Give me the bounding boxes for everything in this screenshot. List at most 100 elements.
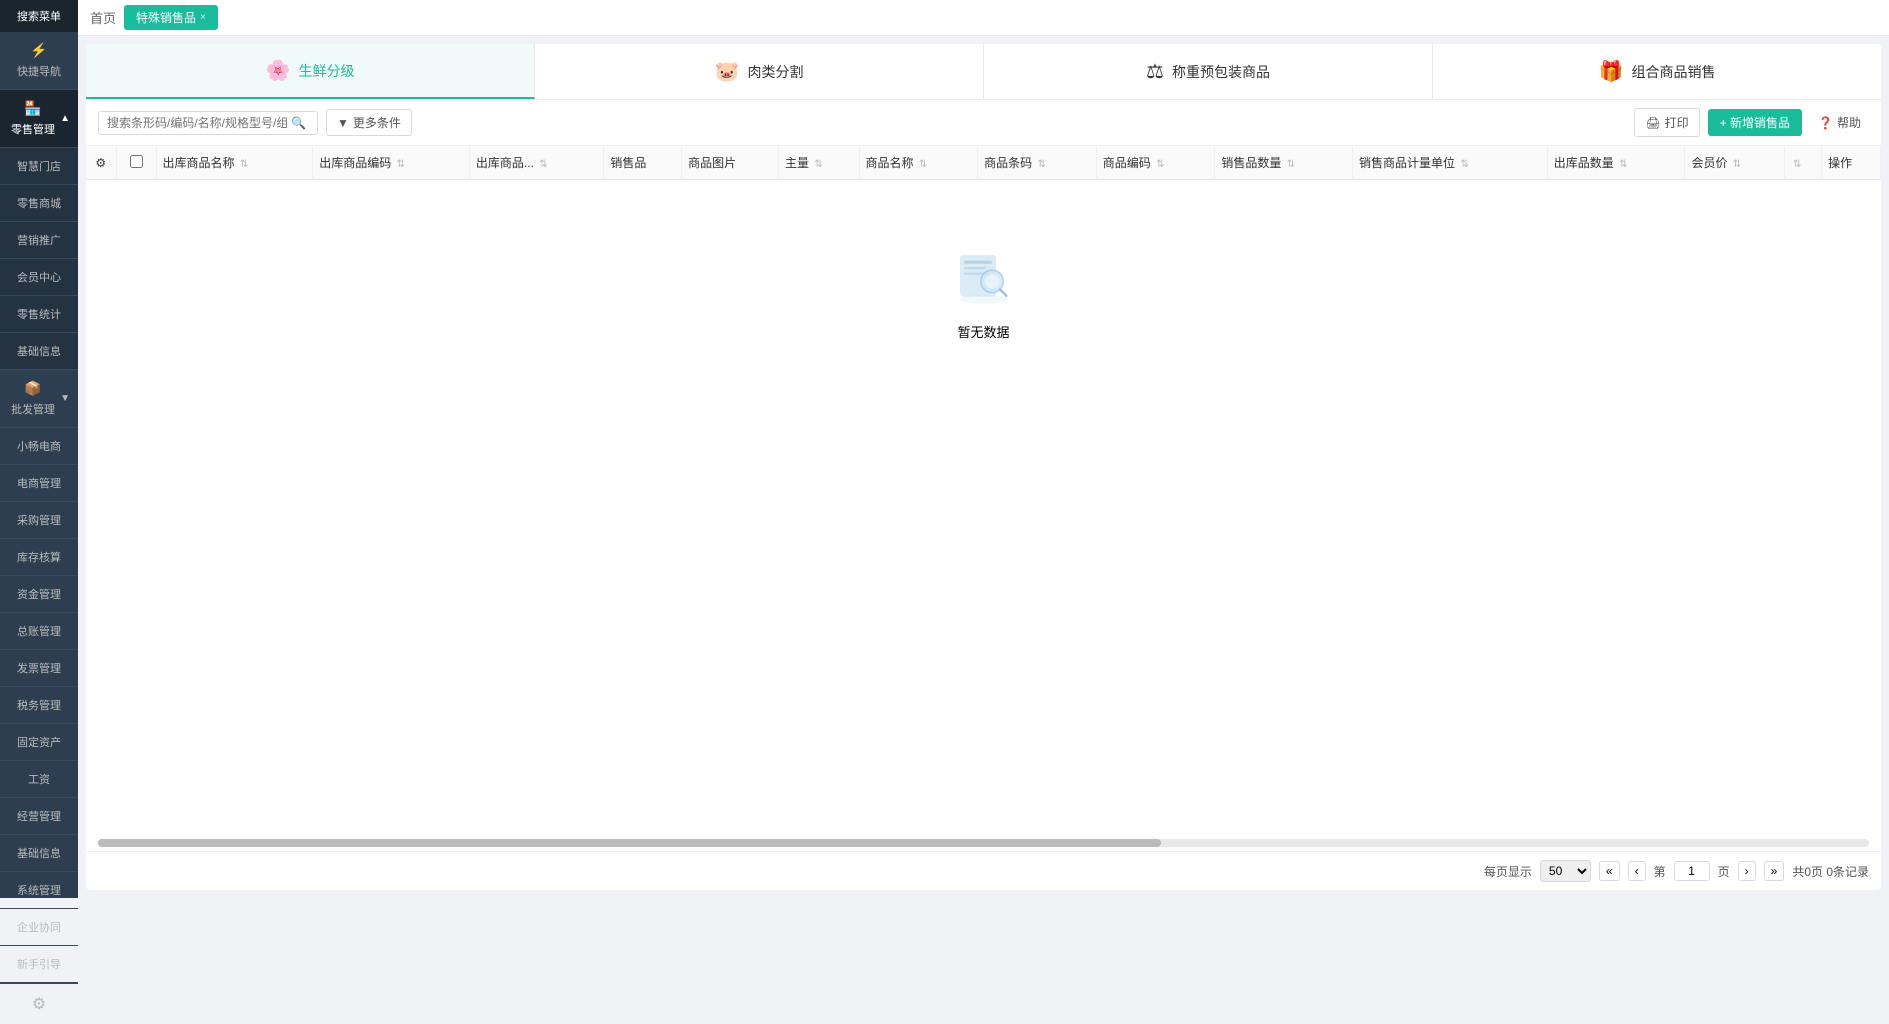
sidebar-item-kuaijie[interactable]: ⚡ 快捷导航 [0,32,78,90]
last-page-button[interactable]: » [1764,861,1785,881]
main-area: 首页 特殊销售品 × 🌸 生鲜分级 🐷 肉类分割 ⚖ 称重预包装商品 🎁 组合商… [78,0,1889,898]
sidebar-item-zhihui[interactable]: 智慧门店 [0,148,78,185]
empty-text: 暂无数据 [957,322,1009,341]
sidebar-item-jichu1[interactable]: 基础信息 [0,333,78,370]
weight-icon: ⚖ [1146,59,1164,84]
sidebar-item-lingshell[interactable]: 🏪 零售管理 ▲ [0,90,78,148]
filter-button[interactable]: ▼ 更多条件 [326,109,412,136]
sort-icon[interactable]: ⇅ [1287,159,1295,170]
th-action: 操作 [1822,146,1881,180]
search-icon: 🔍 [291,116,306,130]
sidebar-item-kucun[interactable]: 库存核算 [0,539,78,576]
sort-icon[interactable]: ⇅ [539,159,547,170]
sort-icon[interactable]: ⇅ [397,159,405,170]
sidebar-item-jichu2[interactable]: 基础信息 [0,835,78,872]
sidebar-item-zijin[interactable]: 资金管理 [0,576,78,613]
wholesale-icon: 📦 [24,380,41,397]
sidebar-item-shuiwu[interactable]: 税务管理 [0,687,78,724]
sidebar-item-qiye[interactable]: 企业协同 [0,909,78,946]
print-button[interactable]: 🖨 打印 [1634,108,1699,137]
empty-state: 暂无数据 [86,180,1881,401]
th-product-code: 商品编码 ⇅ [1096,146,1215,180]
sort-icon[interactable]: ⇅ [1619,159,1627,170]
close-tab-icon[interactable]: × [200,12,206,23]
pagination: 每页显示 50 10 20 100 « ‹ 第 页 › » 共0页 0条记录 [86,851,1881,890]
page-input[interactable] [1674,861,1710,881]
th-checkbox[interactable] [116,146,156,180]
page-suffix: 页 [1718,863,1730,880]
sidebar-item-fapiao[interactable]: 发票管理 [0,650,78,687]
search-input[interactable] [107,116,287,130]
help-label: 帮助 [1837,114,1861,131]
th-sales-qty: 销售品数量 ⇅ [1215,146,1353,180]
add-button[interactable]: + 新增销售品 [1708,109,1802,136]
sidebar-item-caigou[interactable]: 采购管理 [0,502,78,539]
sidebar-item-lingtong[interactable]: 零售统计 [0,296,78,333]
sidebar-bottom: ⚙ [0,983,78,1024]
sidebar-item-xiaochange[interactable]: 小畅电商 [0,428,78,465]
sort-icon[interactable]: ⇅ [1733,159,1741,170]
topbar: 首页 特殊销售品 × [78,0,1889,36]
tab-weight[interactable]: ⚖ 称重预包装商品 [984,44,1433,99]
prev-page-button[interactable]: ‹ [1628,861,1646,881]
sidebar-item-guding[interactable]: 固定资产 [0,724,78,761]
th-extra: ⇅ [1785,146,1822,180]
th-out-product-name: 出库商品名称 ⇅ [156,146,313,180]
tab-combo[interactable]: 🎁 组合商品销售 [1433,44,1881,99]
print-label: 打印 [1665,114,1689,131]
sidebar-logo[interactable]: 搜索菜单 [0,0,78,32]
sidebar-item-jingying[interactable]: 经营管理 [0,798,78,835]
home-link[interactable]: 首页 [90,8,116,27]
add-label: + 新增销售品 [1720,114,1790,131]
sidebar-item-xitong[interactable]: 系统管理 [0,872,78,909]
table-wrap: ⚙ 出库商品名称 ⇅ 出库商品编码 ⇅ 出库商品 [86,146,1881,835]
store-icon: 🏪 [24,100,41,117]
scrollbar-thumb[interactable] [98,839,1161,847]
first-page-button[interactable]: « [1599,861,1620,881]
tab-meat[interactable]: 🐷 肉类分割 [535,44,984,99]
sidebar-item-pifa[interactable]: 📦 批发管理 ▼ [0,370,78,428]
empty-illustration [944,240,1024,310]
flash-icon: ⚡ [30,42,47,59]
sidebar-item-yingxiao[interactable]: 营销推广 [0,222,78,259]
filter-label: 更多条件 [353,114,401,131]
select-all-checkbox[interactable] [130,155,143,168]
sort-icon[interactable]: ⇅ [1156,159,1164,170]
sidebar-item-shangcheng[interactable]: 零售商城 [0,185,78,222]
sort-icon[interactable]: ⇅ [1793,159,1801,170]
page-prefix: 第 [1654,863,1666,880]
per-page-label: 每页显示 [1484,863,1532,880]
th-out-qty: 出库品数量 ⇅ [1547,146,1685,180]
sort-icon[interactable]: ⇅ [1037,159,1045,170]
help-button[interactable]: ❓ 帮助 [1810,109,1869,136]
th-product-name: 商品名称 ⇅ [859,146,978,180]
tab-combo-label: 组合商品销售 [1631,62,1715,82]
tab-label: 特殊销售品 [136,9,196,26]
tab-weight-label: 称重预包装商品 [1172,62,1270,82]
sidebar-item-dianshang[interactable]: 电商管理 [0,465,78,502]
settings-icon[interactable]: ⚙ [0,984,78,1024]
tab-meat-label: 肉类分割 [747,62,803,82]
sidebar-item-gongzi[interactable]: 工资 [0,761,78,798]
sort-icon[interactable]: ⇅ [1460,159,1468,170]
tab-fresh-grade[interactable]: 🌸 生鲜分级 [86,44,535,99]
next-page-button[interactable]: › [1738,861,1756,881]
sort-icon[interactable]: ⇅ [919,159,927,170]
horizontal-scrollbar[interactable] [98,839,1869,847]
th-settings[interactable]: ⚙ [86,146,116,180]
per-page-select[interactable]: 50 10 20 100 [1540,860,1591,882]
sort-icon[interactable]: ⇅ [240,159,248,170]
sidebar-item-xinshou[interactable]: 新手引导 [0,946,78,983]
search-box[interactable]: 🔍 [98,111,318,135]
combo-icon: 🎁 [1599,59,1624,84]
sort-icon[interactable]: ⇅ [814,159,822,170]
active-tab[interactable]: 特殊销售品 × [124,5,218,30]
meat-icon: 🐷 [715,59,740,84]
th-out-product-code: 出库商品编码 ⇅ [313,146,470,180]
th-out-product-spec: 出库商品... ⇅ [469,146,603,180]
toolbar: 🔍 ▼ 更多条件 🖨 打印 + 新增销售品 ❓ 帮助 [86,100,1881,146]
sidebar-item-huiyuan[interactable]: 会员中心 [0,259,78,296]
expand-icon: ▼ [60,393,70,404]
tab-fresh-label: 生鲜分级 [298,61,354,81]
sidebar-item-zhangmu[interactable]: 总账管理 [0,613,78,650]
